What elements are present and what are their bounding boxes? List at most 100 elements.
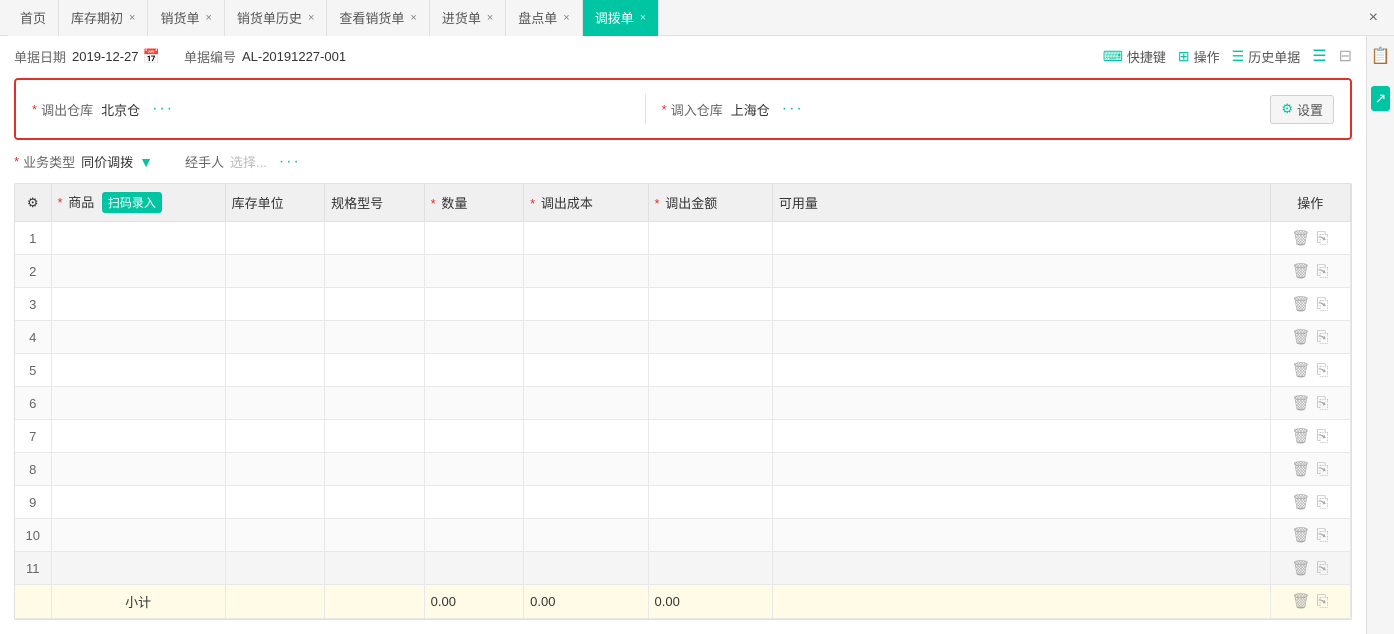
- delete-row-9-icon[interactable]: 🗑: [1291, 493, 1310, 511]
- warehouse-out-more[interactable]: ···: [152, 100, 174, 118]
- row-cost-7[interactable]: [524, 420, 648, 453]
- delete-row-4-icon[interactable]: 🗑: [1291, 328, 1310, 346]
- row-amount-4[interactable]: [648, 321, 772, 354]
- row-amount-3[interactable]: [648, 288, 772, 321]
- copy-row-1-icon[interactable]: ⎘: [1317, 230, 1329, 247]
- row-unit-2[interactable]: [225, 255, 325, 288]
- business-type-dropdown-icon[interactable]: ▼: [139, 154, 153, 170]
- row-spec-4[interactable]: [325, 321, 425, 354]
- row-product-8[interactable]: [51, 453, 225, 486]
- row-product-1[interactable]: [51, 222, 225, 255]
- tab-inventory-init[interactable]: 库存期初 ×: [59, 0, 148, 36]
- tab-sales-history[interactable]: 销货单历史 ×: [225, 0, 327, 36]
- tab-home[interactable]: 首页: [8, 0, 59, 36]
- shortcut-action[interactable]: ⌨ 快捷键: [1103, 47, 1166, 66]
- row-amount-11[interactable]: [648, 552, 772, 585]
- row-cost-1[interactable]: [524, 222, 648, 255]
- close-tab-view-sales[interactable]: ×: [410, 12, 416, 24]
- row-amount-6[interactable]: [648, 387, 772, 420]
- delete-row-8-icon[interactable]: 🗑: [1291, 460, 1310, 478]
- col-gear[interactable]: ⚙: [15, 184, 51, 222]
- copy-row-2-icon[interactable]: ⎘: [1317, 263, 1329, 280]
- tab-inventory[interactable]: 盘点单 ×: [506, 0, 582, 36]
- row-qty-4[interactable]: [424, 321, 524, 354]
- row-amount-5[interactable]: [648, 354, 772, 387]
- row-cost-5[interactable]: [524, 354, 648, 387]
- close-tab-sales[interactable]: ×: [205, 12, 211, 24]
- row-unit-8[interactable]: [225, 453, 325, 486]
- row-amount-7[interactable]: [648, 420, 772, 453]
- row-unit-9[interactable]: [225, 486, 325, 519]
- row-amount-10[interactable]: [648, 519, 772, 552]
- copy-row-3-icon[interactable]: ⎘: [1317, 296, 1329, 313]
- row-product-9[interactable]: [51, 486, 225, 519]
- row-cost-3[interactable]: [524, 288, 648, 321]
- row-qty-1[interactable]: [424, 222, 524, 255]
- row-cost-2[interactable]: [524, 255, 648, 288]
- copy-row-5-icon[interactable]: ⎘: [1317, 362, 1329, 379]
- close-tab-inventory-init[interactable]: ×: [129, 12, 135, 24]
- row-product-3[interactable]: [51, 288, 225, 321]
- row-qty-8[interactable]: [424, 453, 524, 486]
- handler-value[interactable]: 选择...: [230, 152, 267, 171]
- copy-row-9-icon[interactable]: ⎘: [1317, 494, 1329, 511]
- row-cost-10[interactable]: [524, 519, 648, 552]
- close-tab-transfer[interactable]: ×: [640, 12, 646, 24]
- row-amount-1[interactable]: [648, 222, 772, 255]
- delete-row-6-icon[interactable]: 🗑: [1291, 394, 1310, 412]
- copy-row-8-icon[interactable]: ⎘: [1317, 461, 1329, 478]
- tab-view-sales[interactable]: 查看销货单 ×: [327, 0, 429, 36]
- tab-purchase[interactable]: 进货单 ×: [430, 0, 506, 36]
- row-unit-4[interactable]: [225, 321, 325, 354]
- delete-row-2-icon[interactable]: 🗑: [1291, 262, 1310, 280]
- row-qty-5[interactable]: [424, 354, 524, 387]
- copy-row-6-icon[interactable]: ⎘: [1317, 395, 1329, 412]
- row-product-7[interactable]: [51, 420, 225, 453]
- row-unit-7[interactable]: [225, 420, 325, 453]
- row-spec-2[interactable]: [325, 255, 425, 288]
- barcode-btn[interactable]: 扫码录入: [102, 192, 162, 213]
- tab-transfer[interactable]: 调拨单 ×: [583, 0, 659, 36]
- row-unit-3[interactable]: [225, 288, 325, 321]
- row-amount-2[interactable]: [648, 255, 772, 288]
- copy-row-7-icon[interactable]: ⎘: [1317, 428, 1329, 445]
- layout-icon-list[interactable]: ☰: [1312, 46, 1326, 66]
- row-product-5[interactable]: [51, 354, 225, 387]
- row-qty-6[interactable]: [424, 387, 524, 420]
- close-all-tabs[interactable]: ×: [1361, 9, 1386, 27]
- delete-row-5-icon[interactable]: 🗑: [1291, 361, 1310, 379]
- row-product-10[interactable]: [51, 519, 225, 552]
- copy-row-11-icon[interactable]: ⎘: [1317, 560, 1329, 577]
- handler-more[interactable]: ···: [279, 153, 301, 171]
- row-spec-7[interactable]: [325, 420, 425, 453]
- row-unit-10[interactable]: [225, 519, 325, 552]
- tab-sales[interactable]: 销货单 ×: [148, 0, 224, 36]
- row-qty-7[interactable]: [424, 420, 524, 453]
- row-product-2[interactable]: [51, 255, 225, 288]
- row-spec-5[interactable]: [325, 354, 425, 387]
- row-cost-6[interactable]: [524, 387, 648, 420]
- delete-row-10-icon[interactable]: 🗑: [1291, 526, 1310, 544]
- row-spec-3[interactable]: [325, 288, 425, 321]
- delete-row-1-icon[interactable]: 🗑: [1291, 229, 1310, 247]
- right-panel-doc-icon[interactable]: 📋: [1371, 46, 1391, 66]
- row-unit-6[interactable]: [225, 387, 325, 420]
- row-cost-8[interactable]: [524, 453, 648, 486]
- row-spec-9[interactable]: [325, 486, 425, 519]
- warehouse-in-more[interactable]: ···: [782, 100, 804, 118]
- row-product-11[interactable]: [51, 552, 225, 585]
- calendar-icon[interactable]: 📅: [143, 48, 160, 65]
- row-spec-1[interactable]: [325, 222, 425, 255]
- close-tab-inventory[interactable]: ×: [563, 12, 569, 24]
- layout-icon-grid[interactable]: ⊟: [1339, 46, 1352, 66]
- delete-row-3-icon[interactable]: 🗑: [1291, 295, 1310, 313]
- row-cost-4[interactable]: [524, 321, 648, 354]
- close-tab-sales-history[interactable]: ×: [308, 12, 314, 24]
- right-panel-export-icon[interactable]: ↗: [1371, 86, 1391, 111]
- business-type-select[interactable]: 同价调拨 ▼: [81, 152, 153, 171]
- history-action[interactable]: ☰ 历史单据: [1232, 47, 1301, 66]
- row-product-6[interactable]: [51, 387, 225, 420]
- row-cost-9[interactable]: [524, 486, 648, 519]
- row-qty-9[interactable]: [424, 486, 524, 519]
- row-amount-8[interactable]: [648, 453, 772, 486]
